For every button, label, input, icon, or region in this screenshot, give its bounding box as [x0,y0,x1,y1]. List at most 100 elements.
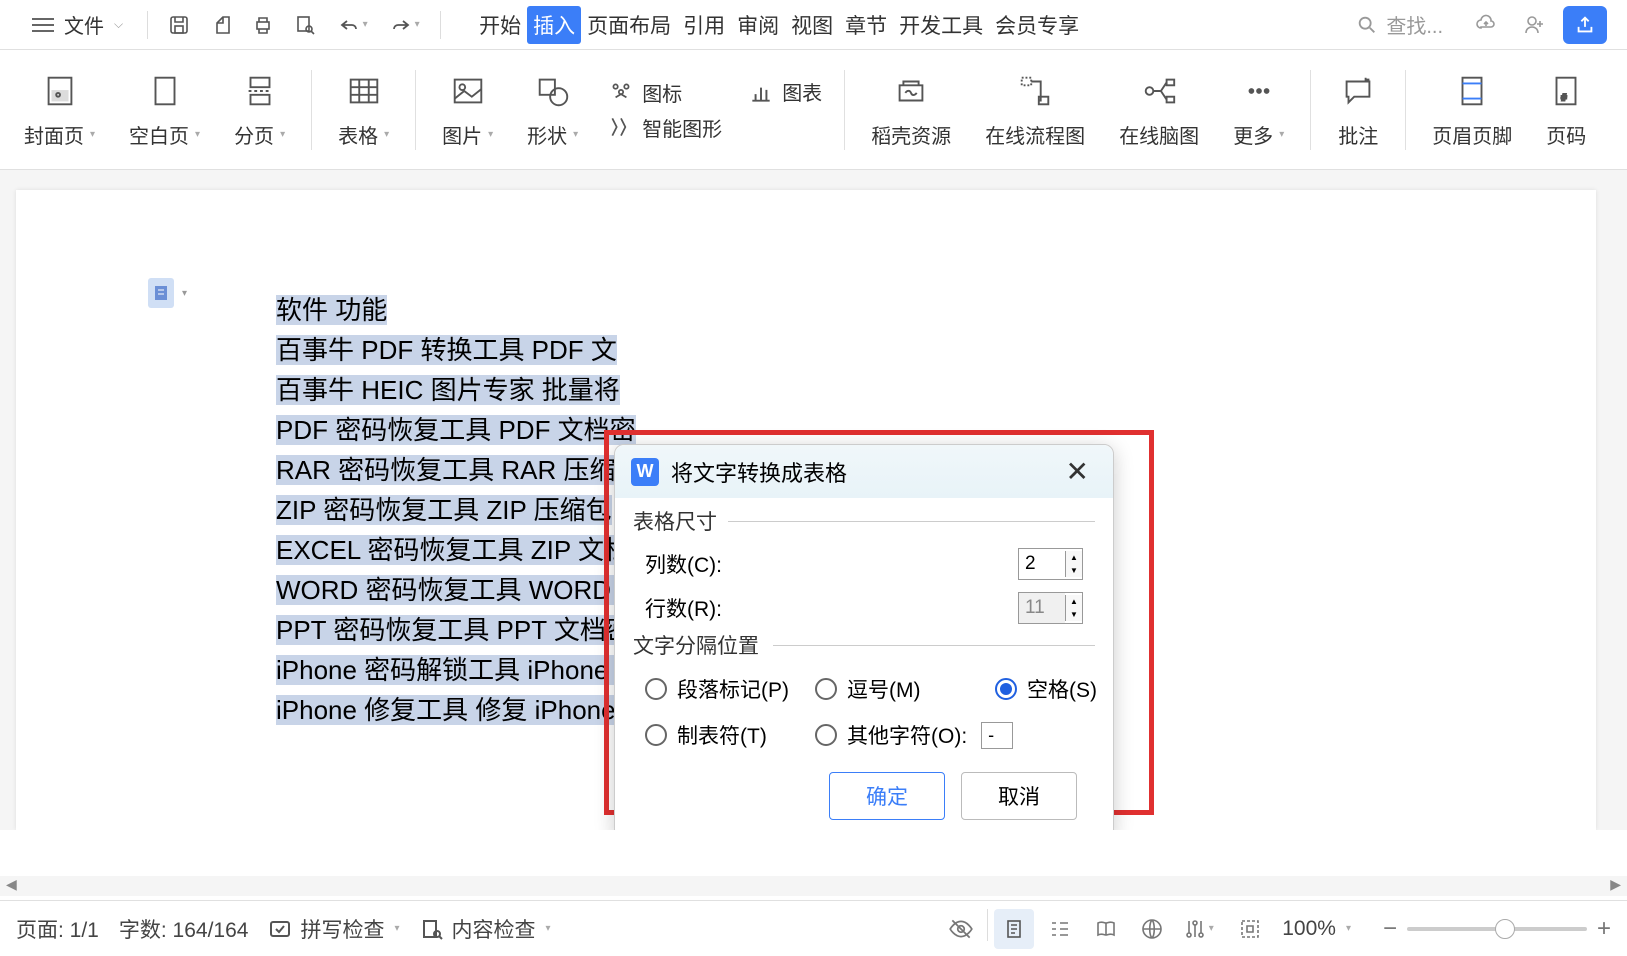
spell-check-toggle[interactable]: 拼写检查 ▾ [268,914,399,944]
paragraph-marker[interactable]: ▾ [148,278,187,308]
zoom-out-button[interactable]: − [1383,915,1397,943]
columns-input[interactable] [1019,549,1065,579]
file-label: 文件 [64,10,104,39]
settings-icon[interactable]: ▾ [1178,909,1218,949]
add-user-icon[interactable] [1515,6,1553,44]
cancel-button[interactable]: 取消 [961,772,1077,820]
chevron-down-icon: ▾ [182,288,187,299]
scroll-right-icon[interactable]: ▶ [1604,876,1627,896]
ribbon-header-footer[interactable]: 页眉页脚 [1418,62,1526,157]
tab-reference[interactable]: 引用 [677,6,731,44]
close-button[interactable]: ✕ [1058,455,1097,488]
doc-line: 软件 功能 [276,295,387,325]
inspect-icon [420,917,444,941]
doc-line: EXCEL 密码恢复工具 ZIP 文档 [276,535,630,565]
chevron-down-icon: ⌵ [114,17,123,32]
hamburger-icon [32,18,54,32]
radio-icon [645,724,667,746]
chevron-down-icon: ▾ [363,19,368,30]
share-button[interactable] [1563,6,1607,44]
zoom-level[interactable]: 100% ▾ [1282,917,1351,941]
zoom-in-button[interactable]: + [1597,915,1611,943]
ribbon-shape[interactable]: 形状▾ [513,62,592,157]
ribbon-chart[interactable]: 图表 [748,77,822,106]
radio-tab[interactable]: 制表符(T) [645,720,815,750]
read-view-icon[interactable] [1086,909,1126,949]
preview-icon[interactable] [286,6,324,44]
ribbon-docer[interactable]: 稻壳资源 [857,62,965,157]
tab-page-layout[interactable]: 页面布局 [581,6,677,44]
radio-icon [645,678,667,700]
ribbon-page-break[interactable]: 分页▾ [220,62,299,157]
chevron-down-icon: ▾ [415,19,420,30]
ribbon-table[interactable]: 表格▾ [324,62,403,157]
radio-icon [995,678,1017,700]
file-menu[interactable]: 文件 ⌵ [20,6,135,43]
spinner-up[interactable]: ▲ [1066,551,1082,564]
tab-start[interactable]: 开始 [473,6,527,44]
radio-other[interactable]: 其他字符(O): [815,720,1125,750]
ribbon-cover-page[interactable]: 封面页▾ [10,62,109,157]
redo-button[interactable]: ▾ [380,6,428,44]
ribbon-smart-graphic[interactable]: 智能图形 [608,113,722,142]
separator [415,70,416,150]
outline-view-icon[interactable] [1040,909,1080,949]
cloud-sync-icon[interactable] [1467,6,1505,44]
ribbon-picture[interactable]: 图片▾ [428,62,507,157]
spinner-down[interactable]: ▼ [1066,564,1082,577]
page-view-icon[interactable] [994,909,1034,949]
doc-line: 百事牛 HEIC 图片专家 批量将 [276,375,620,405]
ribbon-blank-page[interactable]: 空白页▾ [115,62,214,157]
columns-spinner[interactable]: ▲▼ [1018,548,1083,580]
radio-comma[interactable]: 逗号(M) [815,674,995,704]
zoom-slider[interactable] [1407,927,1587,931]
tab-member[interactable]: 会员专享 [989,6,1085,44]
ribbon-comment[interactable]: 批注 [1323,62,1393,157]
ribbon-mindmap[interactable]: 在线脑图 [1105,62,1213,157]
page-indicator[interactable]: 页面: 1/1 [16,914,99,944]
table-size-section: 表格尺寸 [633,506,1095,536]
tab-view[interactable]: 视图 [785,6,839,44]
radio-paragraph[interactable]: 段落标记(P) [645,674,815,704]
separator [844,70,845,150]
doc-line: RAR 密码恢复工具 RAR 压缩包 [276,455,641,485]
print-icon[interactable] [244,6,282,44]
content-check-toggle[interactable]: 内容检查 ▾ [420,914,551,944]
ok-button[interactable]: 确定 [829,772,945,820]
scroll-left-icon[interactable]: ◀ [0,876,23,896]
rows-label: 行数(R): [645,593,1018,623]
ribbon-more[interactable]: 更多▾ [1219,62,1298,157]
search-icon [1356,14,1378,36]
slider-thumb[interactable] [1495,919,1515,939]
tab-insert[interactable]: 插入 [527,6,581,44]
ribbon-page-number[interactable]: # 页码 [1532,62,1600,157]
horizontal-scrollbar[interactable]: ◀ ▶ [0,876,1627,896]
word-count[interactable]: 字数: 164/164 [119,914,249,944]
separator [1310,70,1311,150]
save-icon[interactable] [160,6,198,44]
check-icon [268,917,292,941]
tab-dev-tools[interactable]: 开发工具 [893,6,989,44]
separator [147,11,148,39]
wps-icon: W [631,458,659,486]
search-placeholder: 查找... [1386,10,1443,39]
undo-button[interactable]: ▾ [328,6,376,44]
export-icon[interactable] [202,6,240,44]
rows-input [1019,593,1065,623]
radio-space[interactable]: 空格(S) [995,674,1125,704]
search-input[interactable]: 查找... [1356,10,1443,39]
tab-review[interactable]: 审阅 [731,6,785,44]
doc-line: WORD 密码恢复工具 WORD 文 [276,575,644,605]
ribbon-flowchart[interactable]: 在线流程图 [971,62,1099,157]
tab-chapter[interactable]: 章节 [839,6,893,44]
separator [440,11,441,39]
radio-icon [815,724,837,746]
ribbon-icon[interactable]: 图标 [608,78,722,107]
dialog-title-text: 将文字转换成表格 [671,456,847,488]
other-char-input[interactable] [981,722,1013,749]
web-view-icon[interactable] [1132,909,1172,949]
fit-width-icon[interactable] [1238,917,1262,941]
eye-toggle-icon[interactable] [941,909,981,949]
separator [311,70,312,150]
doc-line: ZIP 密码恢复工具 ZIP 压缩包 [276,495,612,525]
